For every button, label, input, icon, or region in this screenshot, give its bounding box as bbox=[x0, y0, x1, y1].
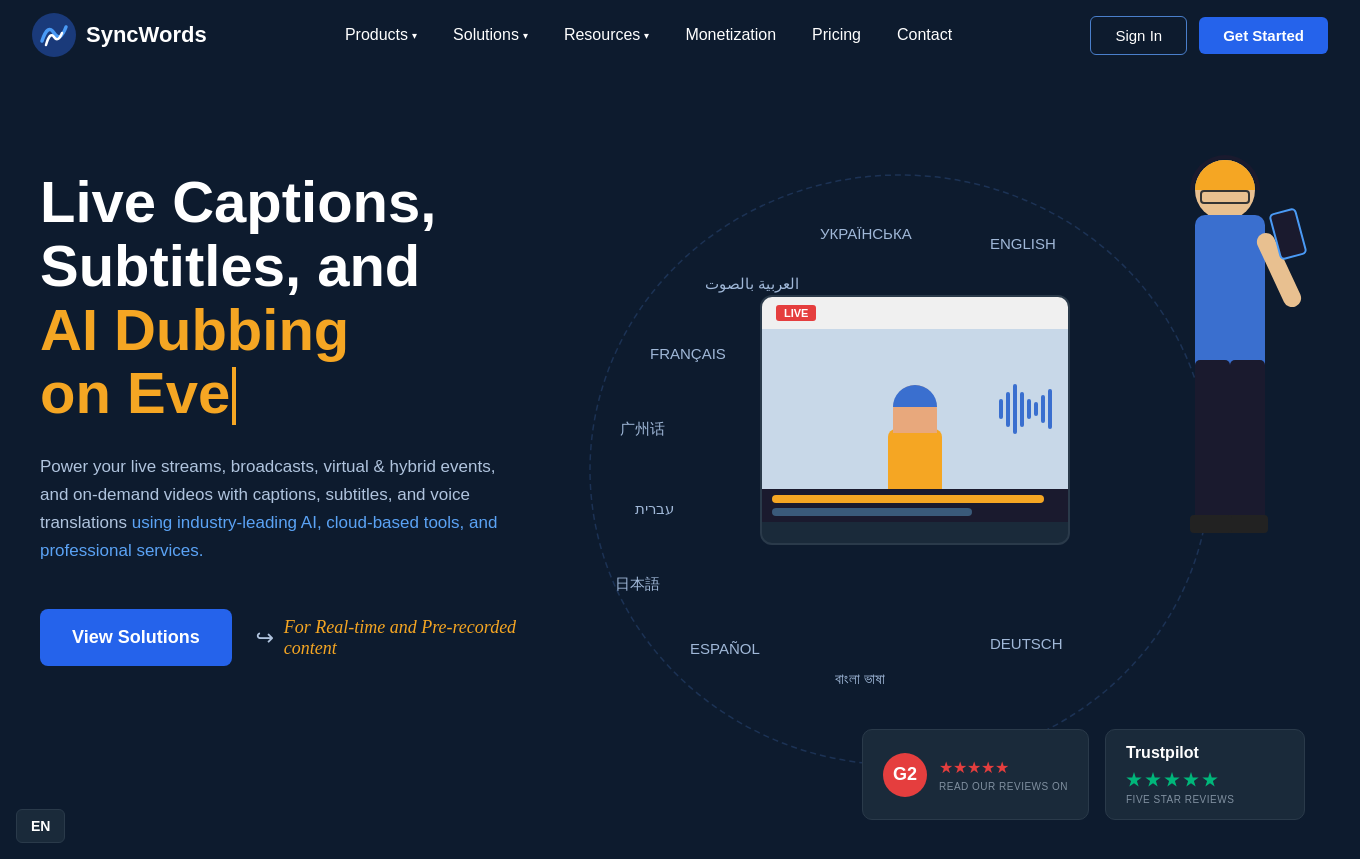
trustpilot-star-1 bbox=[1126, 772, 1142, 788]
hero-cta: View Solutions ↩ For Real-time and Pre-r… bbox=[40, 609, 560, 666]
hero-description: Power your live streams, broadcasts, vir… bbox=[40, 453, 520, 565]
nav-solutions[interactable]: Solutions ▾ bbox=[439, 18, 542, 52]
hero-section: Live Captions, Subtitles, and AI Dubbing… bbox=[0, 70, 1360, 858]
lang-ukrainska: УКРАЇНСЬКА bbox=[820, 225, 912, 242]
lang-francais: FRANÇAIS bbox=[650, 345, 726, 362]
nav-products[interactable]: Products ▾ bbox=[331, 18, 431, 52]
logo-link[interactable]: SyncWords bbox=[32, 13, 207, 57]
lang-japanese: 日本語 bbox=[615, 575, 660, 594]
trustpilot-star-2 bbox=[1145, 772, 1161, 788]
lang-english: ENGLISH bbox=[990, 235, 1056, 252]
syncwords-logo-icon bbox=[32, 13, 76, 57]
navbar: SyncWords Products ▾ Solutions ▾ Resourc… bbox=[0, 0, 1360, 70]
trustpilot-content: Trustpilot FIVE STAR REVIEWS bbox=[1126, 744, 1234, 805]
review-badges: G2 ★★★★★ READ OUR REVIEWS ON Trustpilot bbox=[862, 729, 1305, 820]
chevron-down-icon: ▾ bbox=[523, 30, 528, 41]
get-started-button[interactable]: Get Started bbox=[1199, 17, 1328, 54]
nav-actions: Sign In Get Started bbox=[1090, 16, 1328, 55]
cta-annotation: ↩ For Real-time and Pre-recorded content bbox=[256, 617, 560, 659]
lang-cantonese: 广州话 bbox=[620, 420, 665, 439]
g2-review-content: ★★★★★ READ OUR REVIEWS ON bbox=[939, 758, 1068, 792]
trustpilot-subtext: FIVE STAR REVIEWS bbox=[1126, 794, 1234, 805]
trustpilot-badge[interactable]: Trustpilot FIVE STAR REVIEWS bbox=[1105, 729, 1305, 820]
g2-badge[interactable]: G2 ★★★★★ READ OUR REVIEWS ON bbox=[862, 729, 1089, 820]
hero-title: Live Captions, Subtitles, and AI Dubbing… bbox=[40, 170, 560, 425]
trustpilot-logo: Trustpilot bbox=[1126, 744, 1234, 762]
video-header: LIVE bbox=[762, 297, 1068, 329]
language-selector[interactable]: EN bbox=[16, 809, 65, 843]
sign-in-button[interactable]: Sign In bbox=[1090, 16, 1187, 55]
caption-area bbox=[762, 489, 1068, 522]
view-solutions-button[interactable]: View Solutions bbox=[40, 609, 232, 666]
lang-arabic: العربية بالصوت bbox=[705, 275, 799, 293]
g2-stars: ★★★★★ bbox=[939, 758, 1068, 777]
live-badge: LIVE bbox=[776, 305, 816, 321]
video-body bbox=[762, 329, 1068, 489]
sound-wave bbox=[999, 384, 1052, 434]
trustpilot-stars-row bbox=[1126, 772, 1234, 788]
g2-logo: G2 bbox=[883, 753, 927, 797]
curved-arrow-icon: ↩ bbox=[256, 625, 274, 651]
trustpilot-star-3 bbox=[1164, 772, 1180, 788]
trustpilot-star-4 bbox=[1183, 772, 1199, 788]
nav-resources[interactable]: Resources ▾ bbox=[550, 18, 663, 52]
nav-links: Products ▾ Solutions ▾ Resources ▾ Monet… bbox=[331, 18, 966, 52]
g2-review-text: READ OUR REVIEWS ON bbox=[939, 781, 1068, 792]
lang-espanol: ESPAÑOL bbox=[690, 640, 760, 657]
logo-text: SyncWords bbox=[86, 22, 207, 48]
hero-left: Live Captions, Subtitles, and AI Dubbing… bbox=[40, 130, 560, 666]
nav-pricing[interactable]: Pricing bbox=[798, 18, 875, 52]
nav-monetization[interactable]: Monetization bbox=[671, 18, 790, 52]
chevron-down-icon: ▾ bbox=[412, 30, 417, 41]
chevron-down-icon: ▾ bbox=[644, 30, 649, 41]
typing-cursor bbox=[232, 367, 236, 425]
person-illustration bbox=[1110, 150, 1310, 690]
lang-bengali: বাংলা ভাষা bbox=[835, 670, 885, 688]
trustpilot-name: Trustpilot bbox=[1126, 744, 1199, 762]
video-mockup: LIVE bbox=[760, 295, 1070, 545]
hero-right: УКРАЇНСЬКА ENGLISH العربية بالصوت FRANÇA… bbox=[560, 130, 1320, 830]
lang-hebrew: עברית bbox=[635, 500, 674, 518]
nav-contact[interactable]: Contact bbox=[883, 18, 966, 52]
trustpilot-star-5 bbox=[1202, 772, 1218, 788]
lang-deutsch: DEUTSCH bbox=[990, 635, 1063, 652]
